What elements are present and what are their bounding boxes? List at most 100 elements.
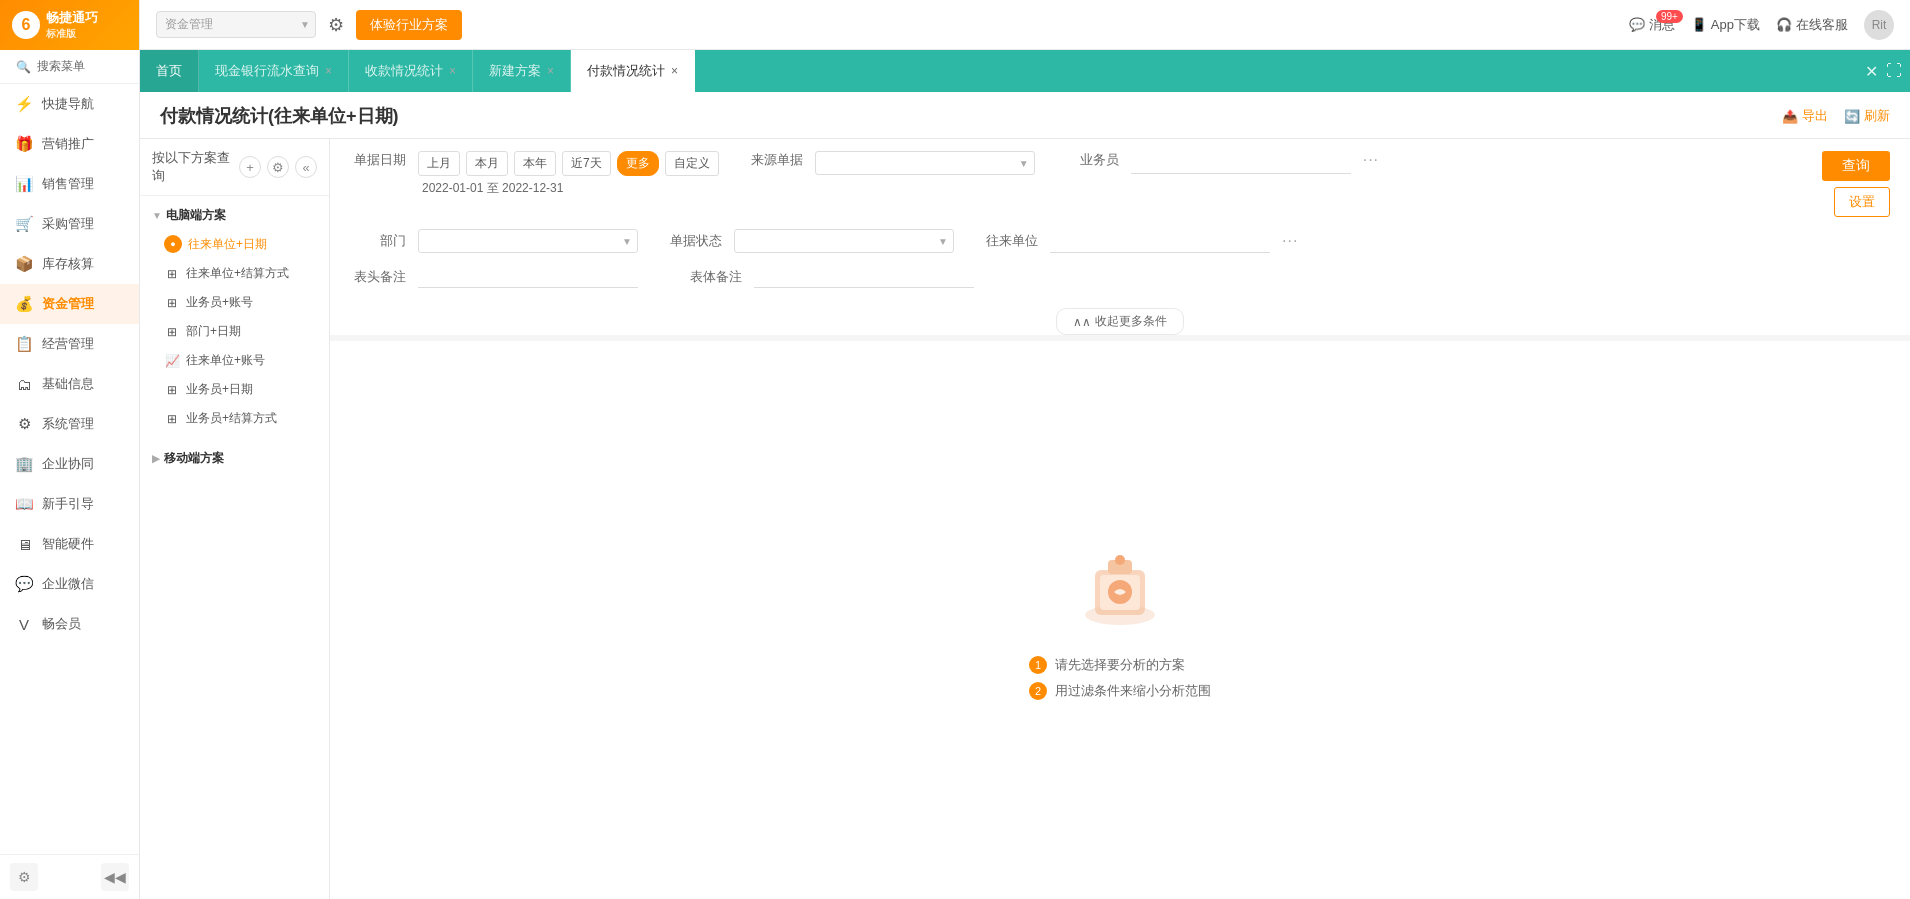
purchase-icon: 🛒 bbox=[14, 214, 34, 234]
trial-button[interactable]: 体验行业方案 bbox=[356, 10, 462, 40]
vip-icon: V bbox=[14, 614, 34, 634]
search-icon: 🔍 bbox=[16, 60, 31, 74]
source-select[interactable] bbox=[815, 151, 1035, 175]
export-button[interactable]: 📤 导出 bbox=[1782, 107, 1828, 125]
close-tab-new-scheme-icon[interactable]: × bbox=[547, 64, 554, 78]
filter-row-3: 表头备注 表体备注 bbox=[350, 265, 1890, 288]
message-item[interactable]: 💬 消息 99+ bbox=[1629, 16, 1675, 34]
sales-icon: 📊 bbox=[14, 174, 34, 194]
scheme-item-staff-date[interactable]: ⊞ 业务员+日期 bbox=[140, 375, 329, 404]
sidebar-item-marketing[interactable]: 🎁 营销推广 bbox=[0, 124, 139, 164]
close-window-icon[interactable]: ✕ bbox=[1865, 62, 1878, 81]
date-btn-more[interactable]: 更多 bbox=[617, 151, 659, 176]
export-icon: 📤 bbox=[1782, 109, 1798, 124]
marketing-icon: 🎁 bbox=[14, 134, 34, 154]
date-btn-last-month[interactable]: 上月 bbox=[418, 151, 460, 176]
sidebar-item-guide[interactable]: 📖 新手引导 bbox=[0, 484, 139, 524]
tab-receipt-stat[interactable]: 收款情况统计 × bbox=[349, 50, 473, 92]
staff-dots-icon[interactable]: ··· bbox=[1363, 151, 1379, 169]
sidebar-label: 新手引导 bbox=[42, 495, 94, 513]
desktop-arrow-icon: ▼ bbox=[152, 210, 162, 221]
sidebar-nav: ⚡ 快捷导航 🎁 营销推广 📊 销售管理 🛒 采购管理 📦 库存核算 💰 资金管… bbox=[0, 84, 139, 854]
sidebar-item-vip[interactable]: V 畅会员 bbox=[0, 604, 139, 644]
settings-bottom-icon[interactable]: ⚙ bbox=[10, 863, 38, 891]
counterpart-input[interactable] bbox=[1050, 230, 1270, 253]
dept-select[interactable] bbox=[418, 229, 638, 253]
sidebar-label: 企业微信 bbox=[42, 575, 94, 593]
body-note-input[interactable] bbox=[754, 265, 974, 288]
sidebar-item-enterprise[interactable]: 🏢 企业协同 bbox=[0, 444, 139, 484]
close-tab-payment-stat-icon[interactable]: × bbox=[671, 64, 678, 78]
sidebar-item-operations[interactable]: 📋 经营管理 bbox=[0, 324, 139, 364]
collapse-sidebar-icon[interactable]: ◀◀ bbox=[101, 863, 129, 891]
sidebar-item-inventory[interactable]: 📦 库存核算 bbox=[0, 244, 139, 284]
refresh-button[interactable]: 🔄 刷新 bbox=[1844, 107, 1890, 125]
svg-point-5 bbox=[1115, 555, 1125, 565]
header-gear-icon[interactable]: ⚙ bbox=[328, 14, 344, 36]
tab-right-actions: ✕ ⛶ bbox=[1865, 50, 1910, 92]
body-note-label: 表体备注 bbox=[686, 268, 742, 286]
sidebar-item-wechat[interactable]: 💬 企业微信 bbox=[0, 564, 139, 604]
add-scheme-button[interactable]: + bbox=[239, 156, 261, 178]
settings-button[interactable]: 设置 bbox=[1834, 187, 1890, 217]
sidebar-item-basic-info[interactable]: 🗂 基础信息 bbox=[0, 364, 139, 404]
scheme-item-staff-account[interactable]: ⊞ 业务员+账号 bbox=[140, 288, 329, 317]
scheme-item-label: 部门+日期 bbox=[186, 323, 241, 340]
date-btn-custom[interactable]: 自定义 bbox=[665, 151, 719, 176]
date-btn-this-year[interactable]: 本年 bbox=[514, 151, 556, 176]
scheme-item-counterpart-date[interactable]: ● 往来单位+日期 bbox=[140, 229, 329, 259]
sidebar: 6 畅捷通巧 标准版 🔍 搜索菜单 ⚡ 快捷导航 🎁 营销推广 📊 销售管理 🛒… bbox=[0, 0, 140, 899]
sidebar-item-hardware[interactable]: 🖥 智能硬件 bbox=[0, 524, 139, 564]
query-button[interactable]: 查询 bbox=[1822, 151, 1890, 181]
tip-text-2: 用过滤条件来缩小分析范围 bbox=[1055, 682, 1211, 700]
table-icon: ⊞ bbox=[164, 411, 180, 427]
app-download-item[interactable]: 📱 App下载 bbox=[1691, 16, 1760, 34]
sidebar-item-purchase[interactable]: 🛒 采购管理 bbox=[0, 204, 139, 244]
tab-payment-stat[interactable]: 付款情况统计 × bbox=[571, 50, 695, 92]
main-body: 按以下方案查询 + ⚙ « ▼ 电脑端方案 ● 往来单位+日期 bbox=[140, 139, 1910, 899]
tab-new-scheme[interactable]: 新建方案 × bbox=[473, 50, 571, 92]
date-btn-7days[interactable]: 近7天 bbox=[562, 151, 611, 176]
doc-status-select-wrapper: ▼ bbox=[734, 229, 954, 253]
staff-input[interactable] bbox=[1131, 151, 1351, 174]
scheme-item-dept-date[interactable]: ⊞ 部门+日期 bbox=[140, 317, 329, 346]
user-avatar[interactable]: Rit bbox=[1864, 10, 1894, 40]
close-tab-bank-flow-icon[interactable]: × bbox=[325, 64, 332, 78]
sidebar-item-finance[interactable]: 💰 资金管理 bbox=[0, 284, 139, 324]
sidebar-label: 企业协同 bbox=[42, 455, 94, 473]
maximize-window-icon[interactable]: ⛶ bbox=[1886, 62, 1902, 80]
empty-tip-2: 2 用过滤条件来缩小分析范围 bbox=[1029, 682, 1211, 700]
desktop-group-title[interactable]: ▼ 电脑端方案 bbox=[140, 202, 329, 229]
tab-label: 新建方案 bbox=[489, 62, 541, 80]
scheme-panel-title: 按以下方案查询 bbox=[152, 149, 239, 185]
scheme-panel-header: 按以下方案查询 + ⚙ « bbox=[140, 139, 329, 196]
date-btn-this-month[interactable]: 本月 bbox=[466, 151, 508, 176]
sidebar-label: 基础信息 bbox=[42, 375, 94, 393]
header-note-input[interactable] bbox=[418, 265, 638, 288]
sidebar-item-quick-nav[interactable]: ⚡ 快捷导航 bbox=[0, 84, 139, 124]
scheme-item-staff-settle[interactable]: ⊞ 业务员+结算方式 bbox=[140, 404, 329, 433]
tab-home[interactable]: 首页 bbox=[140, 50, 199, 92]
tab-bank-flow[interactable]: 现金银行流水查询 × bbox=[199, 50, 349, 92]
service-item[interactable]: 🎧 在线客服 bbox=[1776, 16, 1848, 34]
message-icon: 💬 bbox=[1629, 17, 1645, 32]
sidebar-search[interactable]: 🔍 搜索菜单 bbox=[0, 50, 139, 84]
scheme-item-counterpart-account[interactable]: 📈 往来单位+账号 bbox=[140, 346, 329, 375]
main-area: 资金管理 ▼ ⚙ 体验行业方案 💬 消息 99+ 📱 App下载 🎧 在线客服 … bbox=[140, 0, 1910, 899]
counterpart-dots-icon[interactable]: ··· bbox=[1282, 232, 1298, 250]
collapse-panel-button[interactable]: « bbox=[295, 156, 317, 178]
scheme-item-label: 业务员+账号 bbox=[186, 294, 253, 311]
refresh-label: 刷新 bbox=[1864, 107, 1890, 125]
sidebar-item-sales[interactable]: 📊 销售管理 bbox=[0, 164, 139, 204]
doc-status-select[interactable] bbox=[734, 229, 954, 253]
breadcrumb-input[interactable]: 资金管理 bbox=[156, 11, 316, 38]
mobile-group-title[interactable]: ▶ 移动端方案 bbox=[140, 445, 329, 472]
filter-panel: 单据日期 上月 本月 本年 近7天 更多 自定义 2022-01-01 至 20… bbox=[330, 139, 1910, 335]
scheme-item-counterpart-settle[interactable]: ⊞ 往来单位+结算方式 bbox=[140, 259, 329, 288]
sidebar-label: 经营管理 bbox=[42, 335, 94, 353]
scheme-settings-button[interactable]: ⚙ bbox=[267, 156, 289, 178]
sidebar-item-system[interactable]: ⚙ 系统管理 bbox=[0, 404, 139, 444]
sidebar-bottom: ⚙ ◀◀ bbox=[0, 854, 139, 899]
collapse-button[interactable]: ∧∧ 收起更多条件 bbox=[1056, 308, 1184, 335]
close-tab-receipt-stat-icon[interactable]: × bbox=[449, 64, 456, 78]
